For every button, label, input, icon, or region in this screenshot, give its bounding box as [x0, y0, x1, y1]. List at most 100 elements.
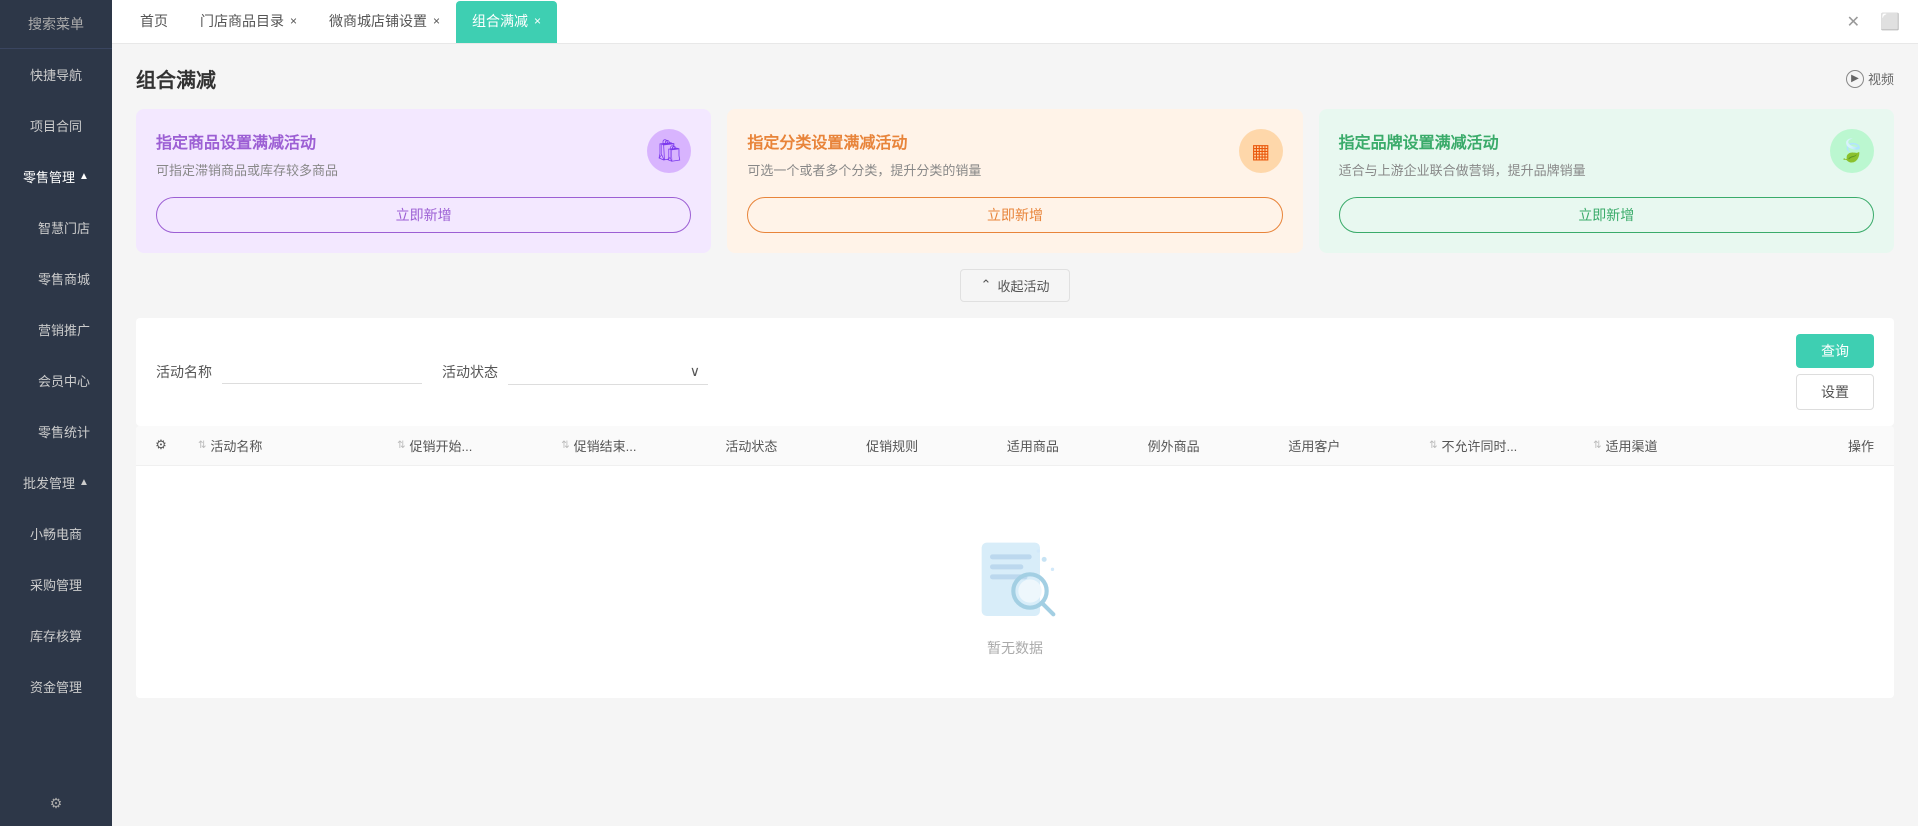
sidebar-item-smart-store[interactable]: 智慧门店 — [0, 202, 112, 253]
tab-actions: ✕ ⬜ — [1841, 10, 1906, 34]
tab-store-catalog[interactable]: 门店商品目录 × — [184, 1, 313, 43]
goods-card-icon: 🛍 — [647, 129, 691, 173]
goods-card-btn[interactable]: 立即新增 — [156, 197, 691, 233]
th-channel-label: 适用渠道 — [1606, 436, 1658, 455]
sidebar-search[interactable]: 搜索菜单 — [0, 0, 112, 49]
maximize-window-btn[interactable]: ⬜ — [1874, 10, 1906, 34]
brand-card: 🍃 指定品牌设置满减活动 适合与上游企业联合做营销，提升品牌销量 立即新增 — [1319, 109, 1894, 253]
th-goods: 适用商品 — [995, 436, 1136, 455]
empty-state: 暂无数据 — [136, 466, 1894, 698]
table-header: ⚙ ⇅ 活动名称 ⇅ 促销开始... ⇅ 促销结束... 活动状态 — [136, 426, 1894, 466]
tab-combo-discount[interactable]: 组合满减 × — [456, 1, 557, 43]
content-area: 组合满减 ▶ 视频 🛍 指定商品设置满减活动 可指定滞销商品或库存较多商品 立即… — [112, 44, 1918, 826]
th-customer: 适用客户 — [1276, 436, 1417, 455]
name-search-field: 活动名称 — [156, 359, 422, 384]
video-label: 视频 — [1868, 69, 1894, 88]
th-goods-label: 适用商品 — [1007, 436, 1059, 455]
tabbar: 首页 门店商品目录 × 微商城店铺设置 × 组合满减 × ✕ ⬜ — [112, 0, 1918, 44]
th-status: 活动状态 — [713, 436, 854, 455]
sidebar-item-label: 会员中心 — [38, 371, 90, 390]
tab-combo-discount-close[interactable]: × — [534, 14, 541, 28]
category-card: ▦ 指定分类设置满减活动 可选一个或者多个分类，提升分类的销量 立即新增 — [727, 109, 1302, 253]
category-card-desc: 可选一个或者多个分类，提升分类的销量 — [747, 161, 1282, 181]
th-channel-sort[interactable]: ⇅ — [1593, 440, 1601, 451]
status-search-field: 活动状态 ∨ — [442, 359, 708, 385]
category-card-title: 指定分类设置满减活动 — [747, 129, 1282, 153]
sidebar-item-label: 零售管理 — [23, 167, 75, 186]
search-actions: 查询 设置 — [1796, 334, 1874, 410]
th-action: 操作 — [1745, 436, 1894, 455]
sidebar-item-purchase-mgmt[interactable]: 采购管理 — [0, 559, 112, 610]
sidebar-item-retail-mgmt[interactable]: 零售管理 ▲ — [0, 151, 112, 202]
tab-wechat-store[interactable]: 微商城店铺设置 × — [313, 1, 456, 43]
sidebar-item-quick-nav[interactable]: 快捷导航 — [0, 49, 112, 100]
sidebar-item-finance[interactable]: 资金管理 — [0, 661, 112, 712]
tab-home[interactable]: 首页 — [124, 1, 184, 43]
status-label: 活动状态 — [442, 362, 498, 382]
sidebar-item-retail-stats[interactable]: 零售统计 — [0, 406, 112, 457]
th-start-sort[interactable]: ⇅ — [397, 440, 405, 451]
brand-card-btn[interactable]: 立即新增 — [1339, 197, 1874, 233]
empty-text: 暂无数据 — [987, 638, 1043, 658]
sidebar-item-retail-mall[interactable]: 零售商城 — [0, 253, 112, 304]
name-input[interactable] — [222, 359, 422, 384]
th-end: ⇅ 促销结束... — [549, 436, 713, 455]
tab-wechat-store-label: 微商城店铺设置 — [329, 11, 427, 31]
th-end-sort[interactable]: ⇅ — [561, 440, 569, 451]
empty-illustration — [965, 526, 1065, 626]
sidebar-item-project-contract[interactable]: 项目合同 — [0, 100, 112, 151]
th-start-label: 促销开始... — [410, 436, 473, 455]
category-card-icon: ▦ — [1239, 129, 1283, 173]
th-name-label: 活动名称 — [210, 436, 262, 455]
brand-card-icon: 🍃 — [1830, 129, 1874, 173]
name-label: 活动名称 — [156, 362, 212, 382]
tab-wechat-store-close[interactable]: × — [433, 14, 440, 28]
page-title: 组合满减 — [136, 64, 216, 93]
sidebar-item-label: 项目合同 — [30, 116, 82, 135]
settings-icon: ⚙ — [50, 795, 63, 811]
brand-card-desc: 适合与上游企业联合做营销，提升品牌销量 — [1339, 161, 1874, 181]
query-btn[interactable]: 查询 — [1796, 334, 1874, 368]
th-gear[interactable]: ⚙ — [136, 437, 186, 453]
sidebar-item-xiaochang[interactable]: 小畅电商 — [0, 508, 112, 559]
th-notallow-sort[interactable]: ⇅ — [1429, 440, 1437, 451]
sidebar-item-label: 资金管理 — [30, 677, 82, 696]
sidebar-item-label: 零售统计 — [38, 422, 90, 441]
collapse-icon: ⌃ — [981, 277, 992, 293]
sidebar-item-member-center[interactable]: 会员中心 — [0, 355, 112, 406]
collapse-bar: ⌃ 收起活动 — [136, 269, 1894, 302]
settings-btn[interactable]: 设置 — [1796, 374, 1874, 410]
sidebar-item-label: 批发管理 — [23, 473, 75, 492]
video-link[interactable]: ▶ 视频 — [1846, 69, 1894, 88]
th-rule: 促销规则 — [854, 436, 995, 455]
sidebar-search-label: 搜索菜单 — [28, 16, 84, 32]
sidebar-item-label: 库存核算 — [30, 626, 82, 645]
th-channel: ⇅ 适用渠道 — [1581, 436, 1745, 455]
sidebar-item-marketing[interactable]: 营销推广 — [0, 304, 112, 355]
category-card-btn[interactable]: 立即新增 — [747, 197, 1282, 233]
sidebar-item-label: 智慧门店 — [38, 218, 90, 237]
th-name-sort[interactable]: ⇅ — [198, 440, 206, 451]
status-select[interactable]: ∨ — [508, 359, 708, 385]
sidebar-item-label: 零售商城 — [38, 269, 90, 288]
chevron-down-icon: ∨ — [690, 363, 700, 380]
sidebar-item-inventory[interactable]: 库存核算 — [0, 610, 112, 661]
th-except: 例外商品 — [1136, 436, 1277, 455]
main-area: 首页 门店商品目录 × 微商城店铺设置 × 组合满减 × ✕ ⬜ 组合满减 ▶ … — [112, 0, 1918, 826]
close-window-btn[interactable]: ✕ — [1841, 10, 1866, 34]
gear-icon: ⚙ — [155, 437, 167, 453]
sidebar-item-label: 小畅电商 — [30, 524, 82, 543]
goods-card-title: 指定商品设置满减活动 — [156, 129, 691, 153]
cards-row: 🛍 指定商品设置满减活动 可指定滞销商品或库存较多商品 立即新增 ▦ 指定分类设… — [136, 109, 1894, 253]
tab-home-label: 首页 — [140, 11, 168, 31]
th-except-label: 例外商品 — [1148, 436, 1200, 455]
th-status-label: 活动状态 — [725, 436, 777, 455]
tab-store-catalog-close[interactable]: × — [290, 14, 297, 28]
th-rule-label: 促销规则 — [866, 436, 918, 455]
sidebar-settings-btn[interactable]: ⚙ — [0, 781, 112, 826]
collapse-btn[interactable]: ⌃ 收起活动 — [960, 269, 1071, 302]
sidebar-item-wholesale-mgmt[interactable]: 批发管理 ▲ — [0, 457, 112, 508]
sidebar-item-label: 快捷导航 — [30, 65, 82, 84]
tab-combo-discount-label: 组合满减 — [472, 11, 528, 31]
th-end-label: 促销结束... — [574, 436, 637, 455]
